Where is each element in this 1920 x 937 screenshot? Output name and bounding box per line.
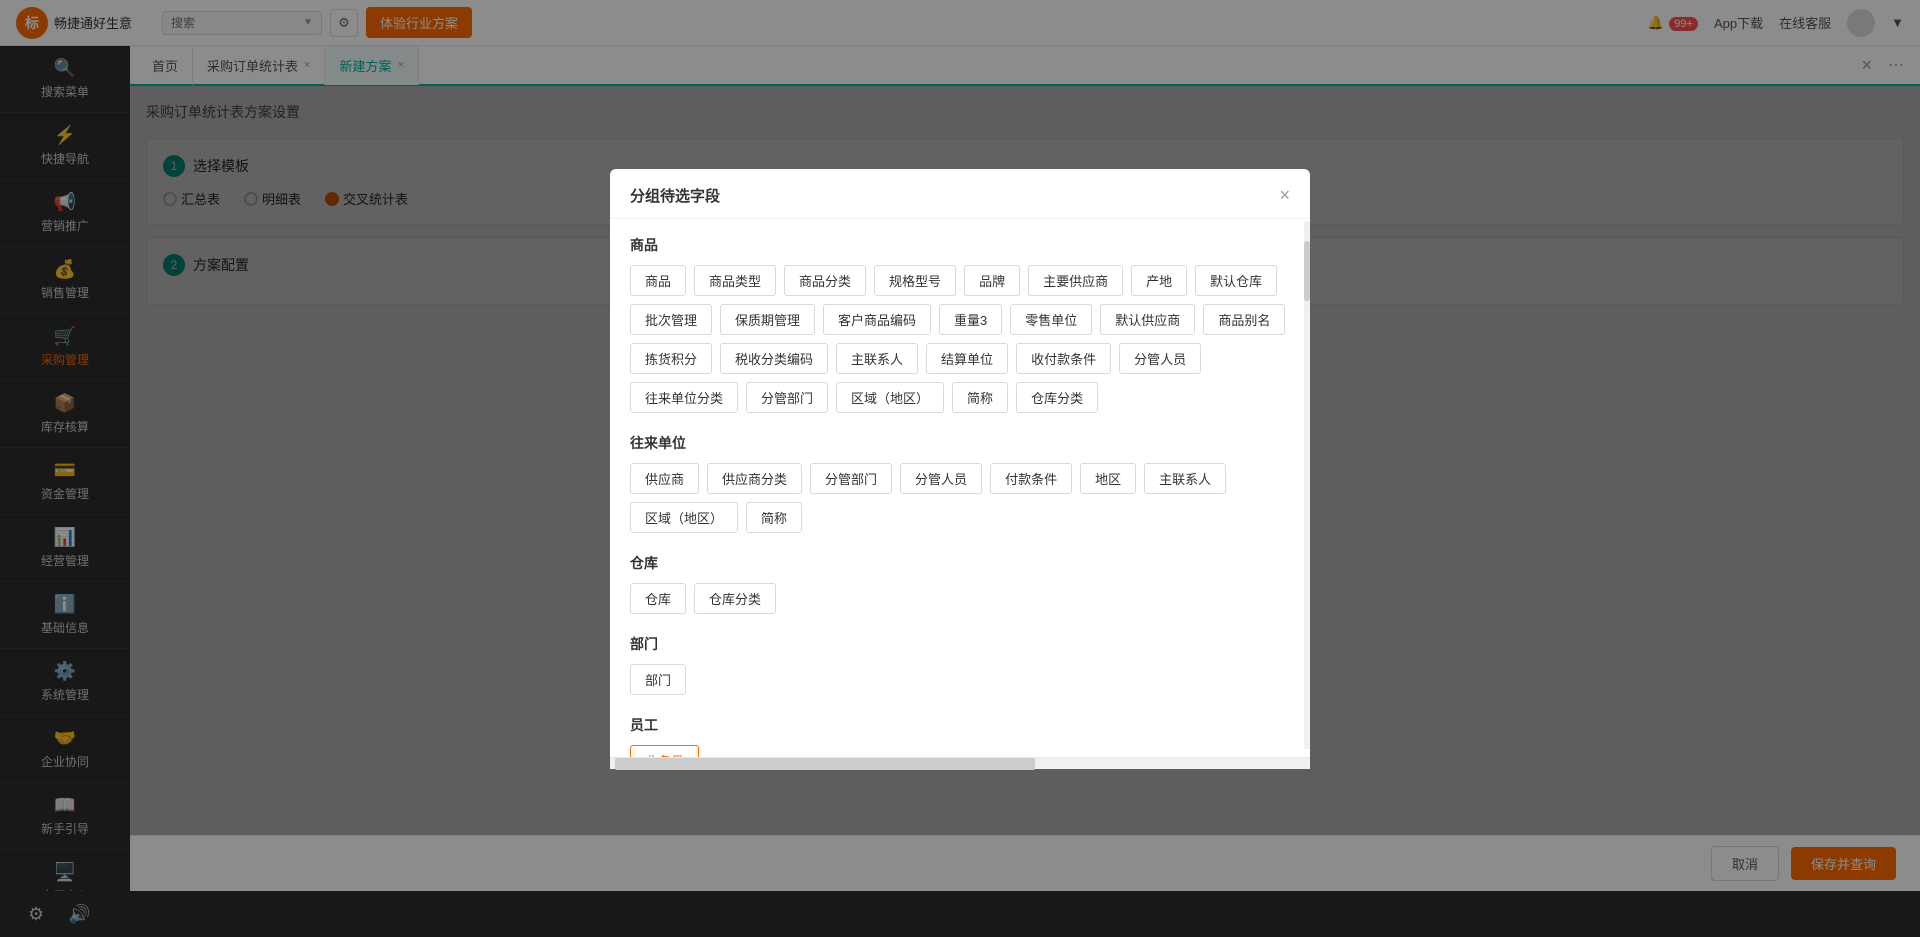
field-tag[interactable]: 部门 bbox=[630, 664, 686, 695]
field-tag[interactable]: 分管部门 bbox=[810, 463, 892, 494]
field-tag[interactable]: 往来单位分类 bbox=[630, 382, 738, 413]
field-tag-salesperson[interactable]: 业务员 bbox=[630, 745, 699, 757]
field-tag[interactable]: 客户商品编码 bbox=[823, 304, 931, 335]
modal-hscrollbar[interactable] bbox=[610, 757, 1310, 769]
field-tag[interactable]: 仓库 bbox=[630, 583, 686, 614]
field-tag[interactable]: 地区 bbox=[1080, 463, 1136, 494]
section-title-product: 商品 bbox=[630, 235, 1290, 255]
field-tag[interactable]: 区域（地区） bbox=[630, 502, 738, 533]
field-tag[interactable]: 供应商 bbox=[630, 463, 699, 494]
field-tag[interactable]: 商品 bbox=[630, 265, 686, 296]
field-tag[interactable]: 分管部门 bbox=[746, 382, 828, 413]
field-tag[interactable]: 税收分类编码 bbox=[720, 343, 828, 374]
section-title-warehouse: 仓库 bbox=[630, 553, 1290, 573]
field-tag[interactable]: 商品分类 bbox=[784, 265, 866, 296]
field-tag[interactable]: 付款条件 bbox=[990, 463, 1072, 494]
modal-body: 商品 商品 商品类型 商品分类 规格型号 品牌 主要供应商 产地 默认仓库 批次… bbox=[610, 219, 1310, 757]
field-tag[interactable]: 默认供应商 bbox=[1100, 304, 1195, 335]
field-section-dept: 部门 部门 bbox=[630, 634, 1290, 695]
field-tag[interactable]: 品牌 bbox=[964, 265, 1020, 296]
field-tag[interactable]: 拣货积分 bbox=[630, 343, 712, 374]
section-title-dept: 部门 bbox=[630, 634, 1290, 654]
field-tag[interactable]: 零售单位 bbox=[1010, 304, 1092, 335]
field-tag[interactable]: 供应商分类 bbox=[707, 463, 802, 494]
warehouse-tags: 仓库 仓库分类 bbox=[630, 583, 1290, 614]
product-tags: 商品 商品类型 商品分类 规格型号 品牌 主要供应商 产地 默认仓库 批次管理 … bbox=[630, 265, 1290, 413]
section-title-employee: 员工 bbox=[630, 715, 1290, 735]
field-section-partner: 往来单位 供应商 供应商分类 分管部门 分管人员 付款条件 地区 主联系人 区域… bbox=[630, 433, 1290, 533]
field-tag[interactable]: 产地 bbox=[1131, 265, 1187, 296]
field-tag[interactable]: 规格型号 bbox=[874, 265, 956, 296]
field-tag[interactable]: 保质期管理 bbox=[720, 304, 815, 335]
field-tag[interactable]: 简称 bbox=[952, 382, 1008, 413]
field-tag[interactable]: 批次管理 bbox=[630, 304, 712, 335]
field-tag[interactable]: 区域（地区） bbox=[836, 382, 944, 413]
modal-title: 分组待选字段 bbox=[630, 185, 720, 206]
field-tag[interactable]: 商品别名 bbox=[1203, 304, 1285, 335]
field-section-warehouse: 仓库 仓库 仓库分类 bbox=[630, 553, 1290, 614]
modal-overlay: 分组待选字段 × 商品 商品 商品类型 商品分类 规格型号 品牌 主要供应商 产… bbox=[0, 0, 1920, 937]
field-tag[interactable]: 主要供应商 bbox=[1028, 265, 1123, 296]
dept-tags: 部门 bbox=[630, 664, 1290, 695]
field-section-employee: 员工 业务员 bbox=[630, 715, 1290, 757]
field-tag[interactable]: 默认仓库 bbox=[1195, 265, 1277, 296]
modal: 分组待选字段 × 商品 商品 商品类型 商品分类 规格型号 品牌 主要供应商 产… bbox=[610, 169, 1310, 769]
modal-vscrollbar-thumb[interactable] bbox=[1304, 241, 1310, 301]
modal-hscroll-thumb[interactable] bbox=[615, 758, 1035, 770]
section-title-partner: 往来单位 bbox=[630, 433, 1290, 453]
modal-vscrollbar-track bbox=[1304, 221, 1310, 749]
field-tag[interactable]: 分管人员 bbox=[1119, 343, 1201, 374]
field-section-product: 商品 商品 商品类型 商品分类 规格型号 品牌 主要供应商 产地 默认仓库 批次… bbox=[630, 235, 1290, 413]
field-tag[interactable]: 收付款条件 bbox=[1016, 343, 1111, 374]
field-tag[interactable]: 简称 bbox=[746, 502, 802, 533]
employee-tags: 业务员 bbox=[630, 745, 1290, 757]
field-tag[interactable]: 商品类型 bbox=[694, 265, 776, 296]
field-tag[interactable]: 主联系人 bbox=[836, 343, 918, 374]
field-tag[interactable]: 分管人员 bbox=[900, 463, 982, 494]
modal-close-button[interactable]: × bbox=[1279, 185, 1290, 206]
field-tag[interactable]: 仓库分类 bbox=[1016, 382, 1098, 413]
field-tag[interactable]: 重量3 bbox=[939, 304, 1002, 335]
field-tag[interactable]: 主联系人 bbox=[1144, 463, 1226, 494]
field-tag[interactable]: 仓库分类 bbox=[694, 583, 776, 614]
partner-tags: 供应商 供应商分类 分管部门 分管人员 付款条件 地区 主联系人 区域（地区） … bbox=[630, 463, 1290, 533]
field-tag[interactable]: 结算单位 bbox=[926, 343, 1008, 374]
modal-header: 分组待选字段 × bbox=[610, 169, 1310, 219]
